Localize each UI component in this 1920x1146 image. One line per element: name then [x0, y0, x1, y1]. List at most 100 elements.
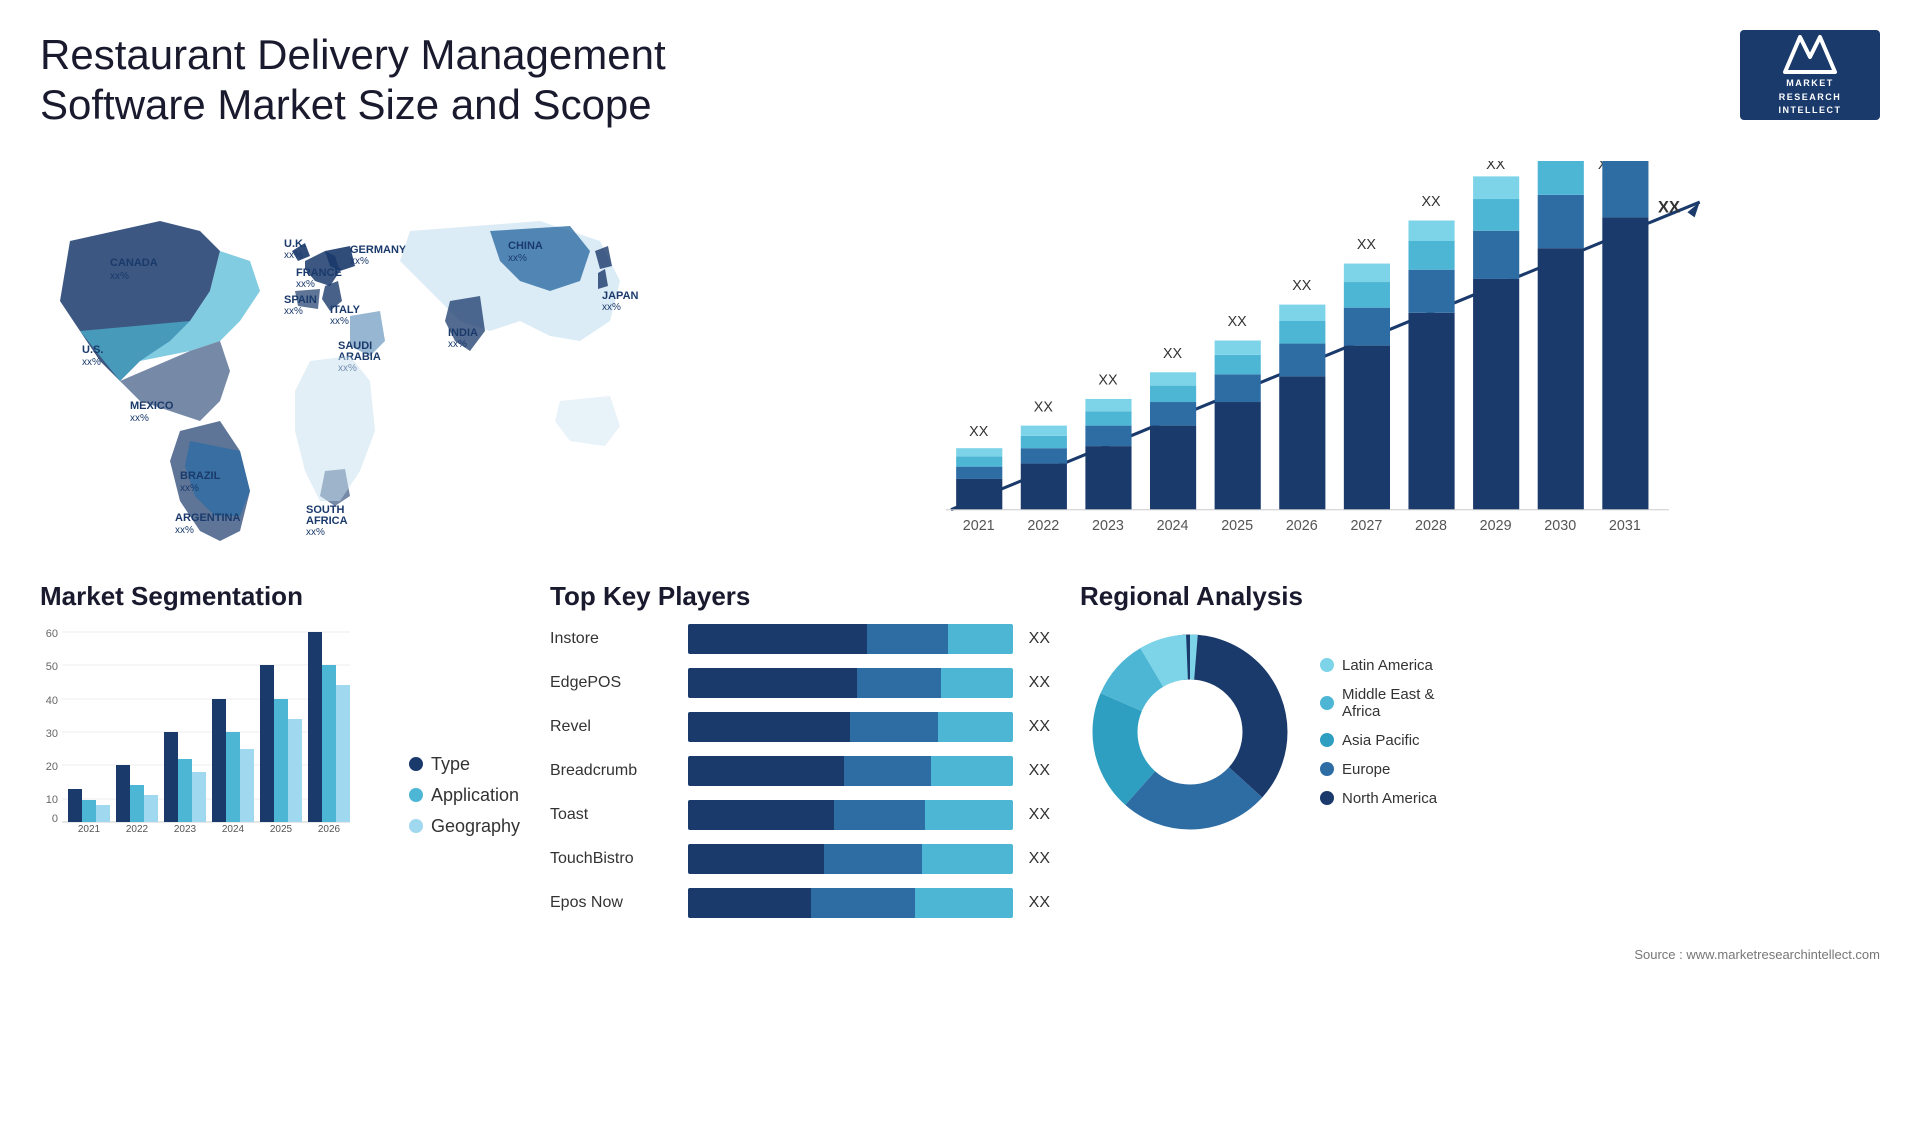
- player-row-toast: Toast XX: [550, 800, 1050, 830]
- players-list: Instore XX EdgePOS: [550, 624, 1050, 918]
- svg-text:10: 10: [46, 794, 58, 806]
- segmentation-section: Market Segmentation 60 50 40 30 20 10 0: [40, 581, 520, 932]
- germany-value: xx%: [350, 256, 369, 267]
- legend-latin-label: Latin America: [1342, 657, 1433, 674]
- page-header: Restaurant Delivery Management Software …: [0, 0, 1920, 151]
- year-2025: 2025: [1221, 518, 1253, 534]
- player-bar-revel: [688, 712, 1013, 742]
- source-text: Source : www.marketresearchintellect.com: [0, 947, 1920, 962]
- player-name-toast: Toast: [550, 806, 680, 824]
- year-2021: 2021: [963, 518, 995, 534]
- bar-chart-svg: XX 2021 XX 2022 XX 2023 XX 2024: [740, 161, 1880, 561]
- year-2030: 2030: [1544, 518, 1576, 534]
- bar-label-2026: XX: [1292, 278, 1312, 294]
- player-name-eposnow: Epos Now: [550, 894, 680, 912]
- spain-value: xx%: [284, 306, 303, 317]
- year-2029: 2029: [1480, 518, 1512, 534]
- svg-text:20: 20: [46, 761, 58, 773]
- seg-chart-svg: 60 50 40 30 20 10 0: [40, 622, 360, 832]
- uk-value: xx%: [284, 250, 303, 261]
- spain-label: SPAIN: [284, 294, 317, 306]
- india-value: xx%: [448, 339, 467, 350]
- legend-north-america: North America: [1320, 790, 1437, 807]
- legend-middle-east: Middle East &Africa: [1320, 686, 1437, 720]
- player-row-eposnow: Epos Now XX: [550, 888, 1050, 918]
- segmentation-title: Market Segmentation: [40, 581, 520, 612]
- legend-na-dot: [1320, 791, 1334, 805]
- bar-label-2029: XX: [1486, 161, 1506, 173]
- bar-label-2025: XX: [1228, 314, 1248, 330]
- player-val-toast: XX: [1029, 806, 1050, 824]
- mexico-value: xx%: [130, 413, 149, 424]
- svg-text:60: 60: [46, 628, 58, 640]
- regional-section: Regional Analysis Latin America: [1080, 581, 1880, 932]
- germany-label: GERMANY: [350, 244, 407, 256]
- year-2026: 2026: [1286, 518, 1318, 534]
- player-row-instore: Instore XX: [550, 624, 1050, 654]
- bar-label-2031: XX: [1658, 198, 1680, 216]
- player-name-breadcrumb: Breadcrumb: [550, 762, 680, 780]
- france-label: FRANCE: [296, 267, 342, 279]
- player-val-edgepos: XX: [1029, 674, 1050, 692]
- player-name-edgepos: EdgePOS: [550, 674, 680, 692]
- year-2028: 2028: [1415, 518, 1447, 534]
- logo-icon: [1780, 32, 1840, 77]
- player-bar-toast: [688, 800, 1013, 830]
- seg-chart-area: 60 50 40 30 20 10 0: [40, 622, 520, 837]
- player-bar-edgepos: [688, 668, 1013, 698]
- svg-text:2021: 2021: [78, 824, 101, 832]
- player-val-touchbistro: XX: [1029, 850, 1050, 868]
- players-title: Top Key Players: [550, 581, 1050, 612]
- player-name-touchbistro: TouchBistro: [550, 850, 680, 868]
- player-bar-touchbistro: [688, 844, 1013, 874]
- world-map-section: CANADA xx% U.S. xx% MEXICO xx% BRAZIL xx…: [40, 161, 720, 561]
- legend-me-dot: [1320, 696, 1334, 710]
- legend-application: Application: [409, 785, 520, 806]
- svg-text:2026: 2026: [318, 824, 341, 832]
- southafrica-value: xx%: [306, 527, 325, 538]
- player-row-touchbistro: TouchBistro XX: [550, 844, 1050, 874]
- legend-geography-label: Geography: [431, 816, 520, 837]
- legend-latin-dot: [1320, 658, 1334, 672]
- legend-type-label: Type: [431, 754, 470, 775]
- china-value: xx%: [508, 253, 527, 264]
- bar-label-2024: XX: [1163, 346, 1183, 362]
- japan-label: JAPAN: [602, 290, 639, 302]
- legend-na-label: North America: [1342, 790, 1437, 807]
- bar-label-2028: XX: [1421, 194, 1441, 210]
- legend-eu-label: Europe: [1342, 761, 1390, 778]
- player-bar-instore: [688, 624, 1013, 654]
- africa-label: AFRICA: [306, 515, 348, 527]
- top-section: CANADA xx% U.S. xx% MEXICO xx% BRAZIL xx…: [0, 161, 1920, 561]
- france-value: xx%: [296, 279, 315, 290]
- bar-chart-section: XX 2021 XX 2022 XX 2023 XX 2024: [740, 161, 1880, 561]
- italy-label: ITALY: [330, 304, 361, 316]
- india-label: INDIA: [448, 327, 478, 339]
- logo-text: MARKETRESEARCHINTELLECT: [1779, 77, 1842, 118]
- legend-eu-dot: [1320, 762, 1334, 776]
- donut-area: Latin America Middle East &Africa Asia P…: [1080, 622, 1880, 842]
- legend-application-dot: [409, 788, 423, 802]
- svg-text:2025: 2025: [270, 824, 293, 832]
- legend-asia-pacific: Asia Pacific: [1320, 732, 1437, 749]
- svg-text:2022: 2022: [126, 824, 149, 832]
- regional-title: Regional Analysis: [1080, 581, 1880, 612]
- china-label: CHINA: [508, 240, 543, 252]
- legend-latin-america: Latin America: [1320, 657, 1437, 674]
- argentina-value: xx%: [175, 525, 194, 536]
- player-bar-eposnow: [688, 888, 1013, 918]
- regional-legend: Latin America Middle East &Africa Asia P…: [1320, 657, 1437, 807]
- svg-text:30: 30: [46, 728, 58, 740]
- svg-text:2023: 2023: [174, 824, 197, 832]
- bar-label-2027: XX: [1357, 237, 1377, 253]
- legend-ap-dot: [1320, 733, 1334, 747]
- uk-label: U.K.: [284, 238, 306, 250]
- year-2024: 2024: [1157, 518, 1189, 534]
- player-name-instore: Instore: [550, 630, 680, 648]
- player-val-revel: XX: [1029, 718, 1050, 736]
- svg-text:0: 0: [52, 813, 58, 825]
- legend-type-dot: [409, 757, 423, 771]
- logo: MARKETRESEARCHINTELLECT: [1740, 30, 1880, 120]
- bar-label-2023: XX: [1098, 372, 1118, 388]
- canada-label: CANADA: [110, 257, 158, 269]
